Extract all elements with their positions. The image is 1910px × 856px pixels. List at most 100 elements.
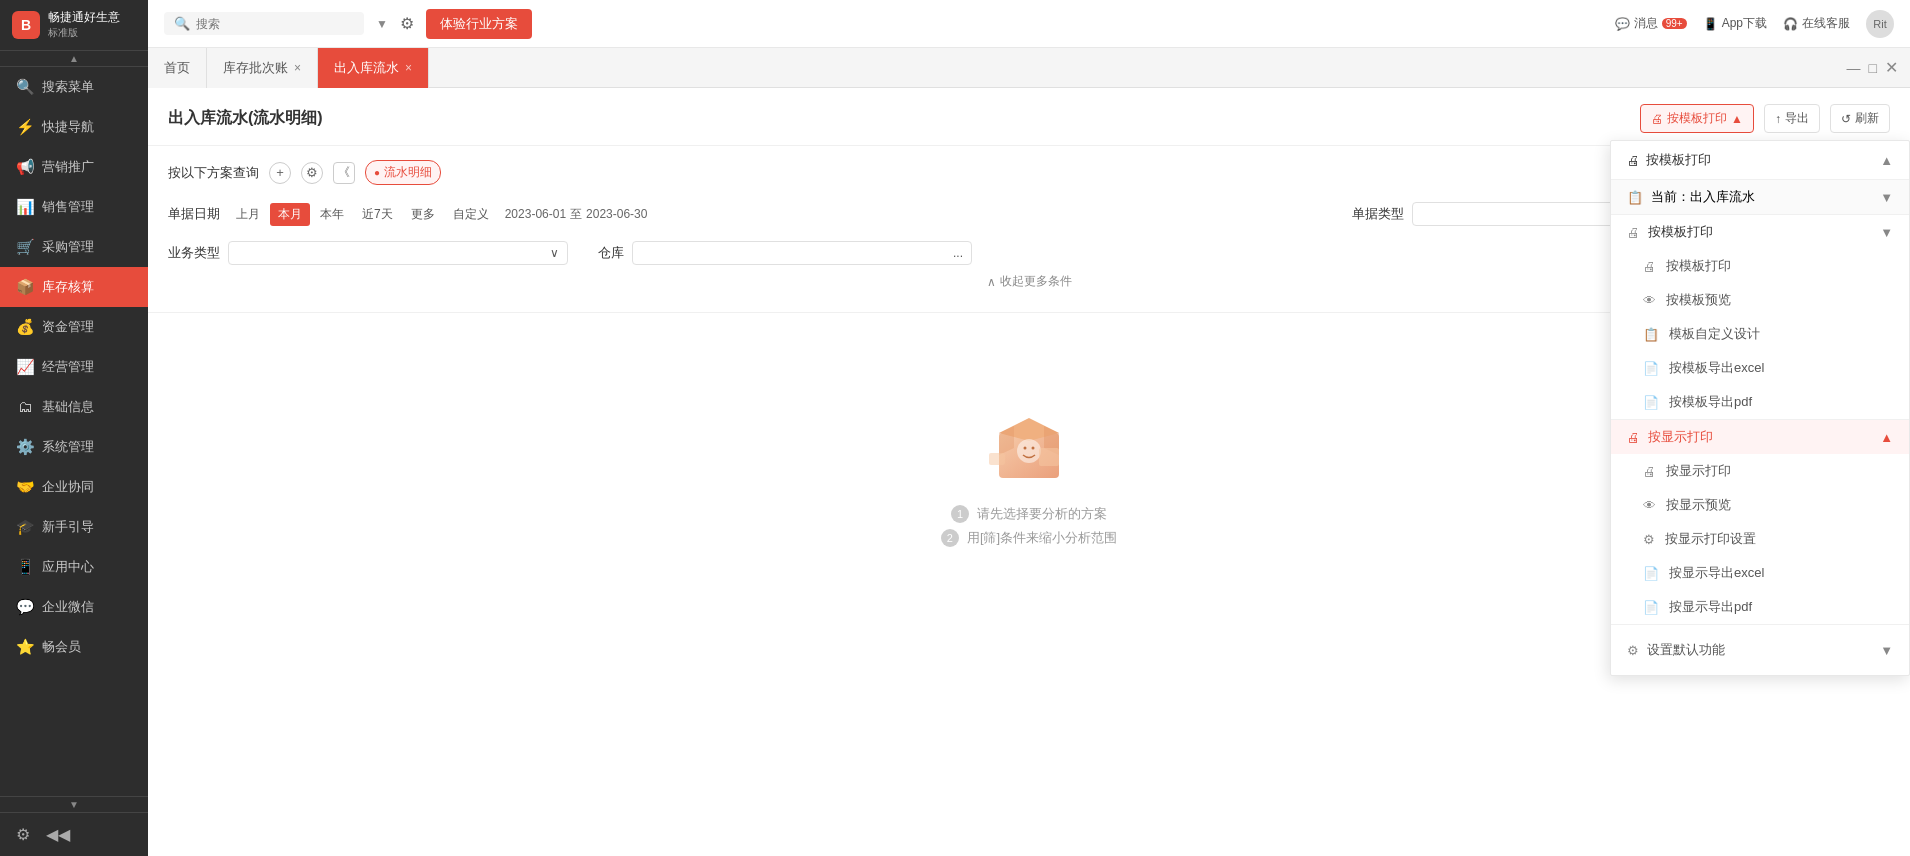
display-export-pdf-item[interactable]: 📄 按显示导出pdf [1611,590,1909,624]
sidebar-item-purchase[interactable]: 🛒 采购管理 [0,227,148,267]
svg-point-6 [1032,447,1035,450]
filter-add-btn[interactable]: + [269,162,291,184]
template-export-excel-item[interactable]: 📄 按模板导出excel [1611,351,1909,385]
topbar-gear-icon[interactable]: ⚙ [400,14,414,33]
maximize-window-icon[interactable]: □ [1869,60,1877,76]
sidebar-item-system[interactable]: ⚙️ 系统管理 [0,427,148,467]
excel-icon: 📄 [1643,361,1659,376]
date-tab-prev-month[interactable]: 上月 [228,203,268,226]
print-dropdown-close-chevron[interactable]: ▲ [1880,153,1893,168]
tab-batch-ledger[interactable]: 库存批次账× [207,48,318,88]
template-print-header[interactable]: 🖨 按模板打印 ▼ [1611,215,1909,249]
sidebar-item-icon-sales: 📊 [16,198,34,216]
sidebar-item-label-finance: 资金管理 [42,318,94,336]
date-tab-current-year[interactable]: 本年 [312,203,352,226]
template-custom-item[interactable]: 📋 模板自定义设计 [1611,317,1909,351]
print-template-btn[interactable]: 🖨 按模板打印 ▲ [1640,104,1754,133]
tab-close-flow[interactable]: × [405,61,412,75]
filter-tag-icon: ● [374,167,380,178]
warehouse-select[interactable]: ... [632,241,972,265]
sidebar-item-icon-guide: 🎓 [16,518,34,536]
sidebar-item-icon-purchase: 🛒 [16,238,34,256]
biz-type-label: 业务类型 [168,244,220,262]
template-preview-item[interactable]: 👁 按模板预览 [1611,283,1909,317]
display-print-settings-item[interactable]: ⚙ 按显示打印设置 [1611,522,1909,556]
print-current-selection[interactable]: 📋 当前：出入库流水 ▼ [1611,180,1909,215]
filter-settings-btn[interactable]: ⚙ [301,162,323,184]
doc-type-label: 单据类型 [1352,205,1404,223]
date-tab-custom[interactable]: 自定义 [445,203,497,226]
date-tabs: 上月本月本年近7天更多自定义 [228,203,497,226]
sidebar-scroll-down[interactable]: ▼ [0,796,148,812]
tab-flow[interactable]: 出入库流水× [318,48,429,88]
sidebar-item-label-sales: 销售管理 [42,198,94,216]
filter-collapse-btn[interactable]: 《 [333,162,355,184]
sidebar-item-wechat[interactable]: 💬 企业微信 [0,587,148,627]
sidebar-item-guide[interactable]: 🎓 新手引导 [0,507,148,547]
export-btn[interactable]: ↑ 导出 [1764,104,1820,133]
sidebar-item-members[interactable]: ⭐ 畅会员 [0,627,148,667]
svg-rect-7 [1039,448,1059,466]
refresh-btn[interactable]: ↺ 刷新 [1830,104,1890,133]
sidebar-item-appcenter[interactable]: 📱 应用中心 [0,547,148,587]
print-current-icon: 📋 [1627,190,1643,205]
sidebar-nav: 🔍 搜索菜单 ⚡ 快捷导航 📢 营销推广 📊 销售管理 🛒 采购管理 📦 库存核… [0,67,148,796]
search-input[interactable] [196,17,336,31]
minimize-window-icon[interactable]: — [1847,60,1861,76]
display-print-header-label: 按显示打印 [1648,428,1713,446]
set-default-item[interactable]: ⚙ 设置默认功能 ▼ [1627,633,1893,667]
sidebar-bottom: ⚙ ◀◀ [0,812,148,856]
print-current-chevron: ▼ [1880,190,1893,205]
trial-btn[interactable]: 体验行业方案 [426,9,532,39]
date-tab-7days[interactable]: 近7天 [354,203,401,226]
app-logo: B 畅捷通好生意 标准版 [0,0,148,51]
sidebar-item-label-members: 畅会员 [42,638,81,656]
app-download-btn[interactable]: 📱 App下载 [1703,15,1767,32]
display-export-excel-item[interactable]: 📄 按显示导出excel [1611,556,1909,590]
sidebar-item-operations[interactable]: 📈 经营管理 [0,347,148,387]
messages-btn[interactable]: 💬 消息 99+ [1615,15,1687,32]
collapse-sidebar-icon[interactable]: ◀◀ [46,825,70,844]
print-item-icon: 🖨 [1643,259,1656,274]
pdf-icon: 📄 [1643,395,1659,410]
app-download-icon: 📱 [1703,17,1718,31]
warehouse-label: 仓库 [598,244,624,262]
close-window-icon[interactable]: ✕ [1885,58,1898,77]
tab-close-batch-ledger[interactable]: × [294,61,301,75]
sidebar-item-search[interactable]: 🔍 搜索菜单 [0,67,148,107]
display-print-item[interactable]: 🖨 按显示打印 [1611,454,1909,488]
print-icon: 🖨 [1651,112,1663,126]
date-tab-current-month[interactable]: 本月 [270,203,310,226]
sidebar-item-label-wechat: 企业微信 [42,598,94,616]
sidebar-item-inventory[interactable]: 📦 库存核算 [0,267,148,307]
page-toolbar: 🖨 按模板打印 ▲ ↑ 导出 ↺ 刷新 [1640,104,1890,133]
sidebar-item-label-operations: 经营管理 [42,358,94,376]
sidebar-item-icon-marketing: 📢 [16,158,34,176]
template-print-item[interactable]: 🖨 按模板打印 [1611,249,1909,283]
sidebar-item-cooperation[interactable]: 🤝 企业协同 [0,467,148,507]
display-preview-item[interactable]: 👁 按显示预览 [1611,488,1909,522]
sidebar-item-basics[interactable]: 🗂 基础信息 [0,387,148,427]
sidebar-scroll-up[interactable]: ▲ [0,51,148,67]
sidebar-item-icon-search: 🔍 [16,78,34,96]
filter-tag[interactable]: ● 流水明细 [365,160,441,185]
display-print-items: 🖨 按显示打印 👁 按显示预览 ⚙ 按显示打印设置 📄 按显示导出excel 📄… [1611,454,1909,624]
sidebar-item-finance[interactable]: 💰 资金管理 [0,307,148,347]
sidebar-item-quick-nav[interactable]: ⚡ 快捷导航 [0,107,148,147]
avatar[interactable]: Rit [1866,10,1894,38]
online-service-btn[interactable]: 🎧 在线客服 [1783,15,1850,32]
date-tab-more[interactable]: 更多 [403,203,443,226]
display-print-header[interactable]: 🖨 按显示打印 ▲ [1611,420,1909,454]
sidebar-item-marketing[interactable]: 📢 营销推广 [0,147,148,187]
set-default-label: 设置默认功能 [1647,641,1725,659]
tab-home[interactable]: 首页 [148,48,207,88]
sidebar-item-sales[interactable]: 📊 销售管理 [0,187,148,227]
topbar-search-dropdown[interactable]: ▼ [376,17,388,31]
empty-step-1: 1 请先选择要分析的方案 [951,505,1107,523]
sidebar-item-label-inventory: 库存核算 [42,278,94,296]
sidebar-item-label-cooperation: 企业协同 [42,478,94,496]
settings-icon[interactable]: ⚙ [16,825,30,844]
template-export-pdf-item[interactable]: 📄 按模板导出pdf [1611,385,1909,419]
topbar-search[interactable]: 🔍 [164,12,364,35]
biz-type-select[interactable]: ∨ [228,241,568,265]
